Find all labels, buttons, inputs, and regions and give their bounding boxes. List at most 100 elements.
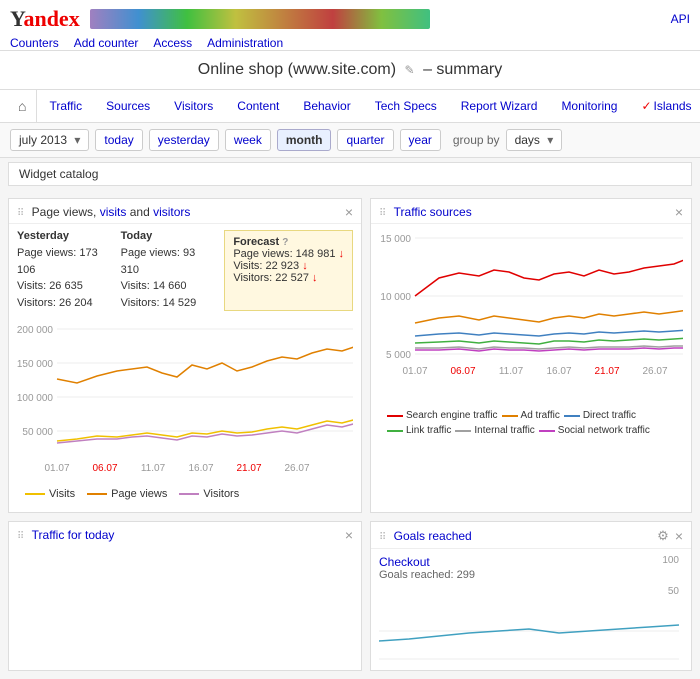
traffic-sources-legend: Search engine traffic Ad traffic Direct …	[379, 406, 683, 440]
pageviews-chart-area: 200 000 150 000 100 000 50 000	[9, 317, 361, 512]
traffic-sources-title: Traffic sources	[394, 205, 472, 219]
year-btn[interactable]: year	[400, 129, 441, 151]
svg-text:01.07: 01.07	[402, 366, 427, 377]
nav-administration[interactable]: Administration	[207, 36, 283, 50]
svg-text:16.07: 16.07	[546, 366, 571, 377]
traffic-sources-title-wrap: ⠿ Traffic sources	[379, 205, 472, 219]
svg-text:21.07: 21.07	[594, 366, 619, 377]
traffic-sources-chart-area: 15 000 10 000 5 000	[371, 224, 691, 448]
week-btn[interactable]: week	[225, 129, 271, 151]
visits-link[interactable]: visits	[100, 205, 127, 219]
goals-gear-icon[interactable]: ⚙	[657, 528, 669, 544]
widget-catalog[interactable]: Widget catalog	[8, 162, 692, 186]
month-btn[interactable]: month	[277, 129, 332, 151]
svg-text:100 000: 100 000	[17, 393, 53, 404]
today-btn[interactable]: today	[95, 129, 142, 151]
nav-sources[interactable]: Sources	[94, 91, 162, 121]
header-nav: Counters Add counter Access Administrati…	[10, 36, 690, 50]
traffic-sources-link[interactable]: Traffic sources	[394, 205, 472, 219]
ts-legend-direct: Direct traffic	[564, 410, 636, 421]
forecast-pageviews-arrow: ↓	[339, 248, 345, 260]
forecast-visits-arrow: ↓	[302, 260, 308, 272]
svg-text:16.07: 16.07	[188, 463, 213, 474]
main-nav: ⌂ Traffic Sources Visitors Content Behav…	[0, 89, 700, 123]
date-selector[interactable]: july 2013 ▾	[10, 129, 89, 151]
yandex-logo: Yandex	[10, 6, 80, 32]
traffic-today-link[interactable]: Traffic for today	[32, 528, 115, 542]
metrica-bar	[90, 9, 430, 29]
forecast-visitors-arrow: ↓	[312, 272, 318, 284]
nav-counters[interactable]: Counters	[10, 36, 59, 50]
nav-visitors[interactable]: Visitors	[162, 91, 225, 121]
nav-home[interactable]: ⌂	[8, 90, 37, 122]
visitors-legend-color	[179, 493, 199, 495]
page-title: Online shop (www.site.com)	[198, 61, 396, 78]
ts-legend-internal: Internal traffic	[455, 425, 534, 436]
nav-content[interactable]: Content	[225, 91, 291, 121]
checkout-sub: Goals reached: 299	[379, 569, 475, 581]
quarter-btn[interactable]: quarter	[337, 129, 393, 151]
goals-close-icon[interactable]: ×	[675, 529, 683, 543]
page-title-suffix: – summary	[423, 61, 502, 78]
bottom-widgets-row: ⠿ Traffic for today × ⠿ Goals reached	[8, 521, 692, 671]
visitors-link[interactable]: visitors	[153, 205, 190, 219]
ts-legend-link: Link traffic	[387, 425, 451, 436]
svg-text:21.07: 21.07	[236, 463, 261, 474]
groupby-arrow-icon: ▾	[547, 133, 553, 147]
svg-text:26.07: 26.07	[284, 463, 309, 474]
nav-monitoring[interactable]: Monitoring	[549, 91, 629, 121]
group-by-selector[interactable]: days ▾	[506, 129, 563, 151]
traffic-sources-close-icon[interactable]: ×	[675, 205, 683, 219]
main-content: ⠿ Page views, visits and visitors × Yest…	[0, 190, 700, 679]
pageviews-chart: 200 000 150 000 100 000 50 000	[17, 321, 353, 481]
nav-report-wizard[interactable]: Report Wizard	[449, 91, 550, 121]
page-title-bar: Online shop (www.site.com) ✎ – summary	[0, 51, 700, 89]
header: Yandex API Counters Add counter Access A…	[0, 0, 700, 51]
yesterday-btn[interactable]: yesterday	[149, 129, 219, 151]
api-link[interactable]: API	[671, 12, 690, 26]
checkout-chart	[379, 601, 683, 661]
pageviews-legend-color	[87, 493, 107, 495]
nav-tech-specs[interactable]: Tech Specs	[363, 91, 449, 121]
social-legend-color	[539, 430, 555, 432]
pageviews-close-icon[interactable]: ×	[345, 205, 353, 219]
traffic-sources-chart: 15 000 10 000 5 000	[379, 228, 683, 403]
forecast-question-icon: ?	[282, 237, 288, 248]
svg-text:5 000: 5 000	[386, 350, 411, 361]
svg-text:26.07: 26.07	[642, 366, 667, 377]
svg-text:50 000: 50 000	[22, 427, 53, 438]
goal-checkout: Checkout Goals reached: 299 100 50	[371, 549, 691, 670]
search-legend-color	[387, 415, 403, 417]
svg-text:06.07: 06.07	[92, 463, 117, 474]
ts-legend-ad: Ad traffic	[502, 410, 560, 421]
drag-handle-icon: ⠿	[17, 208, 24, 219]
pageviews-widget-drag: ⠿ Page views, visits and visitors	[17, 205, 190, 219]
nav-islands[interactable]: ✓ Islands	[629, 91, 700, 121]
direct-legend-color	[564, 415, 580, 417]
forecast-box: Forecast ? Page views: 148 981 ↓ Visits:…	[224, 230, 353, 311]
checkout-link[interactable]: Checkout	[379, 555, 430, 569]
edit-icon[interactable]: ✎	[405, 63, 415, 77]
nav-access[interactable]: Access	[153, 36, 192, 50]
nav-add-counter[interactable]: Add counter	[74, 36, 139, 50]
pageviews-widget: ⠿ Page views, visits and visitors × Yest…	[8, 198, 362, 513]
nav-traffic[interactable]: Traffic	[37, 91, 94, 121]
legend-pageviews: Page views	[87, 488, 167, 500]
svg-text:11.07: 11.07	[499, 366, 524, 377]
top-widgets-row: ⠿ Page views, visits and visitors × Yest…	[8, 198, 692, 513]
svg-text:15 000: 15 000	[380, 234, 411, 245]
nav-behavior[interactable]: Behavior	[291, 91, 362, 121]
ts-legend-search: Search engine traffic	[387, 410, 498, 421]
goals-widget: ⠿ Goals reached ⚙ × Checkout Goals reach…	[370, 521, 692, 671]
ts-drag-handle-icon: ⠿	[379, 208, 386, 219]
goals-header: ⠿ Goals reached ⚙ ×	[371, 522, 691, 549]
traffic-sources-header: ⠿ Traffic sources ×	[371, 199, 691, 224]
traffic-sources-widget: ⠿ Traffic sources × 15 000 10 000 5 000	[370, 198, 692, 513]
islands-check: ✓	[641, 99, 651, 113]
traffic-today-title-wrap: ⠿ Traffic for today	[17, 528, 114, 542]
traffic-today-close-icon[interactable]: ×	[345, 528, 353, 542]
goals-link[interactable]: Goals reached	[394, 529, 472, 543]
toolbar: july 2013 ▾ today yesterday week month q…	[0, 123, 700, 158]
legend-visits: Visits	[25, 488, 75, 500]
svg-text:200 000: 200 000	[17, 325, 53, 336]
